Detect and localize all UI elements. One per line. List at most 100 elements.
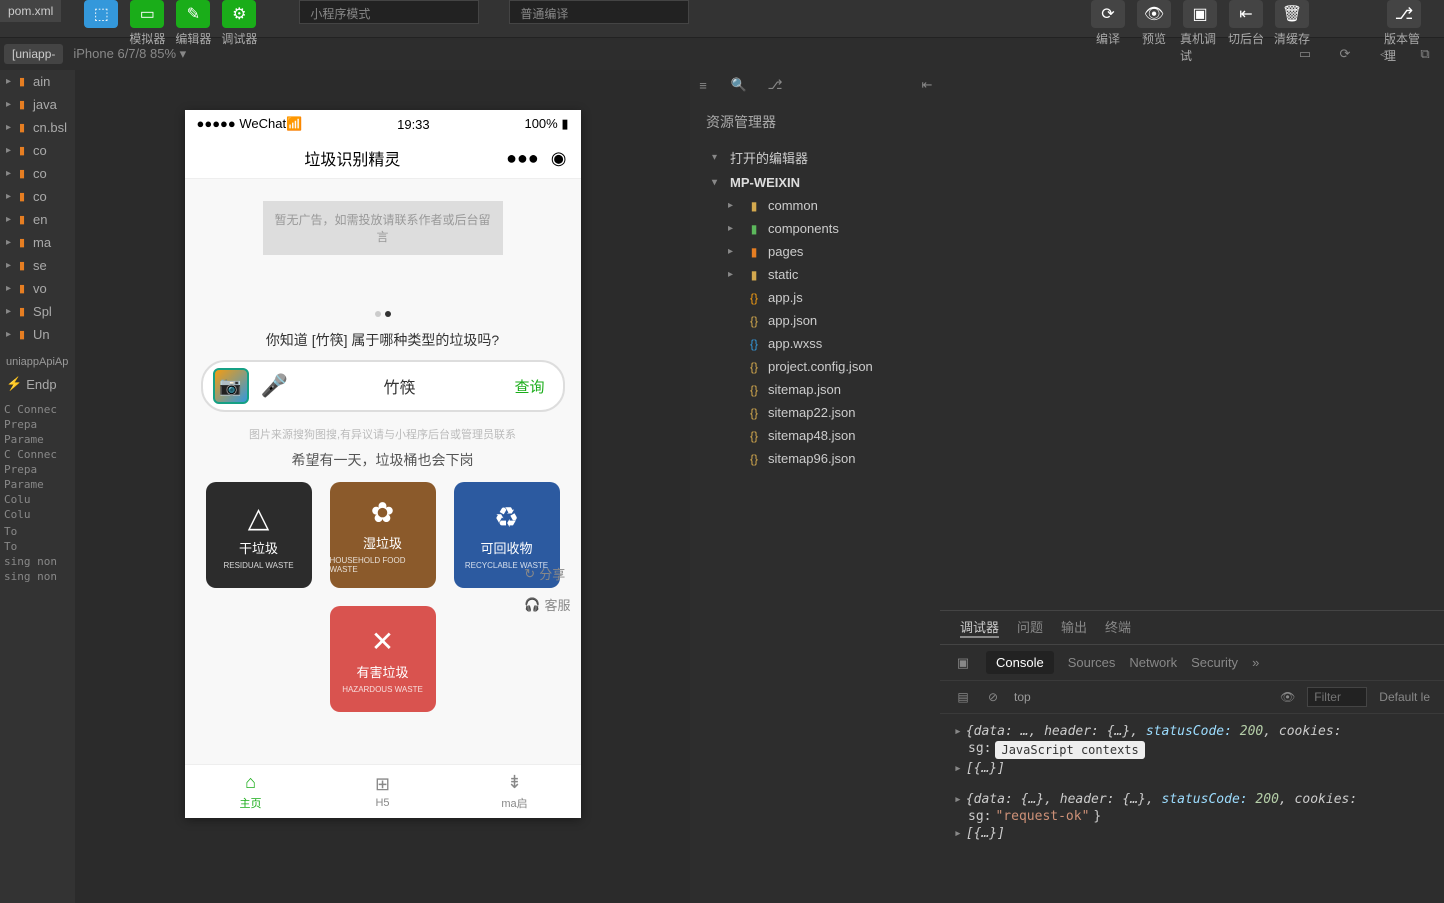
compile-dropdown[interactable]: 普通编译 xyxy=(509,0,689,24)
file-tab[interactable]: pom.xml xyxy=(0,0,61,22)
devtools-tab[interactable]: 输出 xyxy=(1061,617,1087,638)
folder-item[interactable]: ▸▮pages xyxy=(690,240,940,263)
console-toolbar: ▤ ⊘ top 👁 Default le xyxy=(940,681,1444,714)
ad-banner: 暂无广告，如需投放请联系作者或后台留言 xyxy=(263,201,503,255)
caption-text: 图片来源搜狗图搜,有异议请与小程序后台或管理员联系 xyxy=(201,426,565,442)
sidebar-item[interactable]: ▸▮se xyxy=(0,254,75,277)
device-selector[interactable]: iPhone 6/7/8 85% ▾ xyxy=(73,46,186,62)
inspect-icon[interactable]: ▣ xyxy=(954,654,972,672)
log-line: Parame xyxy=(0,432,75,447)
carrier-label: ●●●●● WeChat📶 xyxy=(197,116,303,132)
file-item[interactable]: {}app.wxss xyxy=(690,332,940,355)
devtools-subtab[interactable]: Security xyxy=(1191,655,1238,670)
split-icon[interactable]: ⧉ xyxy=(1416,45,1434,63)
search-input[interactable]: 竹筷 xyxy=(301,374,499,398)
cut-back-button[interactable]: ⇤切后台 xyxy=(1226,0,1266,64)
simulator-button[interactable]: ▭模拟器 xyxy=(127,0,167,47)
category-card[interactable]: ✿湿垃圾HOUSEHOLD FOOD WASTE xyxy=(330,482,436,588)
devtools-tabs-secondary: ▣ Console Sources Network Security » xyxy=(940,645,1444,681)
eye-icon[interactable]: 👁 xyxy=(1280,690,1295,704)
time-label: 19:33 xyxy=(397,117,430,132)
toggle-icon[interactable]: ▤ xyxy=(954,688,972,706)
folder-item[interactable]: ▸▮components xyxy=(690,217,940,240)
list-icon[interactable]: ≡ xyxy=(694,76,712,94)
folder-item[interactable]: ▸▮static xyxy=(690,263,940,286)
file-item[interactable]: {}sitemap48.json xyxy=(690,424,940,447)
devtools-subtab[interactable]: Network xyxy=(1129,655,1177,670)
sidebar-item[interactable]: ▸▮vo xyxy=(0,277,75,300)
file-item[interactable]: {}sitemap.json xyxy=(690,378,940,401)
search-icon[interactable]: 🔍 xyxy=(730,76,748,94)
file-item[interactable]: {}app.json xyxy=(690,309,940,332)
devtools-subtab[interactable]: Console xyxy=(986,651,1054,674)
devtools-tab[interactable]: 终端 xyxy=(1105,617,1131,638)
sidebar-item[interactable]: ▸▮cn.bsl xyxy=(0,116,75,139)
responsive-icon[interactable]: ▭ xyxy=(1296,45,1314,63)
console-output: ▸ {data: …, header: {…}, statusCode: 200… xyxy=(940,714,1444,851)
context-selector[interactable]: top xyxy=(1014,690,1031,704)
camera-icon[interactable]: 📷 xyxy=(213,368,249,404)
reload-icon[interactable]: ⟳ xyxy=(1336,45,1354,63)
compile-button[interactable]: ⟳编译 xyxy=(1088,0,1128,64)
sidebar-item[interactable]: ▸▮co xyxy=(0,185,75,208)
log-line: Colu xyxy=(0,492,75,507)
sidebar-item[interactable]: ▸▮ain xyxy=(0,70,75,93)
open-editors-section[interactable]: ▾打开的编辑器 xyxy=(690,144,940,171)
tab-item[interactable]: ⇟ma启 xyxy=(449,765,581,818)
sidebar-item[interactable]: ▸▮co xyxy=(0,139,75,162)
file-item[interactable]: {}app.js xyxy=(690,286,940,309)
app-icon[interactable]: ⬚ xyxy=(81,0,121,47)
preview-button[interactable]: 👁预览 xyxy=(1134,0,1174,64)
devtools-subtab[interactable]: Sources xyxy=(1068,655,1116,670)
sidebar-item[interactable]: ▸▮co xyxy=(0,162,75,185)
log-line: C Connec xyxy=(0,402,75,417)
sidebar-item[interactable]: ▸▮ma xyxy=(0,231,75,254)
editor-button[interactable]: ✎编辑器 xyxy=(173,0,213,47)
collapse-icon[interactable]: ⇤ xyxy=(918,76,936,94)
mode-dropdown[interactable]: 小程序模式 xyxy=(299,0,479,24)
folder-item[interactable]: ▸▮common xyxy=(690,194,940,217)
sidebar-item[interactable]: ▸▮Un xyxy=(0,323,75,346)
devtools-tab[interactable]: 调试器 xyxy=(960,617,999,638)
project-chip[interactable]: [uniapp- xyxy=(4,44,63,64)
filter-input[interactable] xyxy=(1307,687,1367,707)
file-item[interactable]: {}project.config.json xyxy=(690,355,940,378)
devtools-tab[interactable]: 问题 xyxy=(1017,617,1043,638)
search-button[interactable]: 查询 xyxy=(506,376,552,397)
category-grid: △干垃圾RESIDUAL WASTE✿湿垃圾HOUSEHOLD FOOD WAS… xyxy=(201,482,565,712)
phone-frame: ●●●●● WeChat📶 19:33 100% ▮ 垃圾识别精灵 ●●● ◉ … xyxy=(185,110,581,818)
side-actions: ↻ 分享 🎧 客服 xyxy=(524,564,570,614)
debugger-button[interactable]: ⚙调试器 xyxy=(219,0,259,47)
level-selector[interactable]: Default le xyxy=(1379,690,1430,704)
category-card[interactable]: ✕有害垃圾HAZARDOUS WASTE xyxy=(330,606,436,712)
real-device-button[interactable]: ▣真机调试 xyxy=(1180,0,1220,64)
category-card[interactable]: △干垃圾RESIDUAL WASTE xyxy=(206,482,312,588)
devtools-subtab[interactable]: » xyxy=(1252,655,1259,670)
devtools-tabs-primary: 调试器问题输出终端 xyxy=(940,611,1444,645)
log-line: sing non xyxy=(0,554,75,569)
app-title: 垃圾识别精灵 xyxy=(199,146,507,170)
clear-icon[interactable]: ⊘ xyxy=(984,688,1002,706)
main-toolbar: pom.xml ⬚ ▭模拟器 ✎编辑器 ⚙调试器 小程序模式 普通编译 ⟳编译 … xyxy=(0,0,1444,38)
mic-icon[interactable]: 🎤 xyxy=(257,368,293,404)
tab-item[interactable]: ⊞H5 xyxy=(317,765,449,818)
app-header: 垃圾识别精灵 ●●● ◉ xyxy=(185,138,581,179)
back-icon[interactable]: ◁ xyxy=(1376,45,1394,63)
sidebar-item[interactable]: ▸▮en xyxy=(0,208,75,231)
file-item[interactable]: {}sitemap96.json xyxy=(690,447,940,470)
search-bar: 📷 🎤 竹筷 查询 xyxy=(201,360,565,412)
sidebar-item[interactable]: ▸▮Spl xyxy=(0,300,75,323)
project-root[interactable]: ▾MP-WEIXIN xyxy=(690,171,940,194)
simulator-area: ●●●●● WeChat📶 19:33 100% ▮ 垃圾识别精灵 ●●● ◉ … xyxy=(75,70,690,903)
branch-icon[interactable]: ⎇ xyxy=(766,76,784,94)
file-item[interactable]: {}sitemap22.json xyxy=(690,401,940,424)
log-line: sing non xyxy=(0,569,75,584)
more-icon[interactable]: ●●● xyxy=(506,148,539,169)
target-icon[interactable]: ◉ xyxy=(551,148,567,169)
endpoint-item[interactable]: Endp xyxy=(26,377,56,392)
tab-item[interactable]: ⌂主页 xyxy=(185,765,317,818)
sidebar-item[interactable]: ▸▮java xyxy=(0,93,75,116)
service-button[interactable]: 🎧 客服 xyxy=(524,595,570,614)
share-button[interactable]: ↻ 分享 xyxy=(524,564,570,583)
explorer-title: 资源管理器 xyxy=(690,100,940,144)
